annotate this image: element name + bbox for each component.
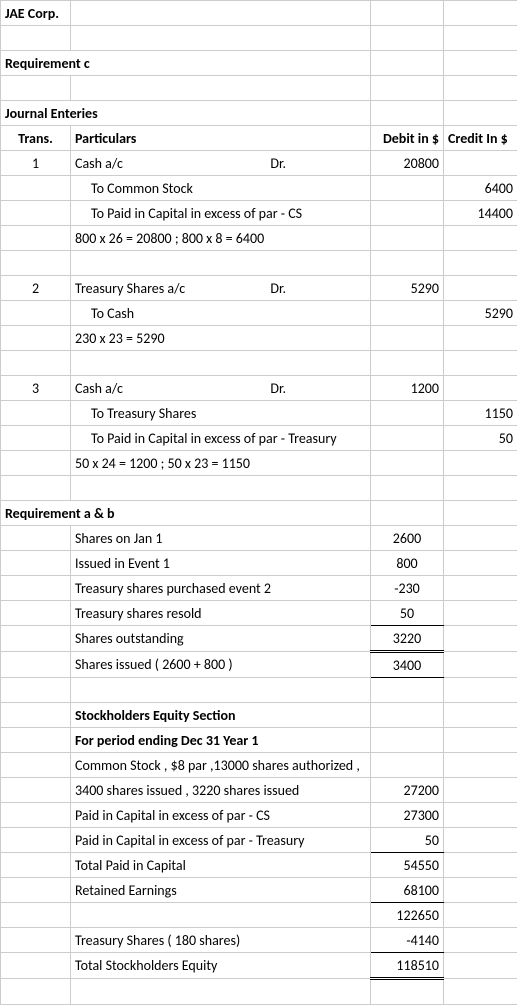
- line-label: Common Stock , $8 par ,13000 shares auth…: [71, 753, 371, 778]
- entry-calc: 50 x 24 = 1200 ; 50 x 23 = 1150: [71, 451, 371, 476]
- equity-header: Stockholders Equity Section: [71, 703, 371, 728]
- entry-line: To Treasury Shares: [71, 401, 371, 426]
- entry-line: Cash a/cDr.: [71, 376, 371, 401]
- line-label: Total Stockholders Equity: [71, 953, 371, 979]
- line-value: 122650: [371, 903, 444, 928]
- col-debit: Debit in $: [371, 126, 444, 151]
- debit-val: 1200: [371, 376, 444, 401]
- line-value: 68100: [371, 878, 444, 903]
- entry-line: To Paid in Capital in excess of par - Tr…: [71, 426, 371, 451]
- line-label: Treasury shares resold: [71, 601, 371, 626]
- company-name: JAE Corp.: [1, 1, 71, 26]
- line-value: 3220: [371, 626, 444, 652]
- debit-val: 5290: [371, 276, 444, 301]
- entry-line: To Cash: [71, 301, 371, 326]
- line-label: 3400 shares issued , 3220 shares issued: [71, 778, 371, 803]
- trans-num: 1: [1, 151, 71, 176]
- line-label: Shares on Jan 1: [71, 526, 371, 551]
- entry-line: To Paid in Capital in excess of par - CS: [71, 201, 371, 226]
- line-value: 2600: [371, 526, 444, 551]
- line-label: Treasury Shares ( 180 shares): [71, 928, 371, 953]
- equity-subheader: For period ending Dec 31 Year 1: [71, 728, 371, 753]
- line-value: 54550: [371, 853, 444, 878]
- line-label: Paid in Capital in excess of par - Treas…: [71, 828, 371, 853]
- line-label: Treasury shares purchased event 2: [71, 576, 371, 601]
- line-value: 800: [371, 551, 444, 576]
- trans-num: 2: [1, 276, 71, 301]
- line-value: 27300: [371, 803, 444, 828]
- credit-val: 1150: [444, 401, 517, 426]
- line-label: Paid in Capital in excess of par - CS: [71, 803, 371, 828]
- line-value: 27200: [371, 778, 444, 803]
- line-value: 3400: [371, 652, 444, 678]
- entry-line: Treasury Shares a/cDr.: [71, 276, 371, 301]
- entry-calc: 800 x 26 = 20800 ; 800 x 8 = 6400: [71, 226, 371, 251]
- col-credit: Credit In $: [444, 126, 517, 151]
- spreadsheet-table: JAE Corp. Requirement c Journal Enteries…: [0, 0, 517, 1005]
- debit-val: 20800: [371, 151, 444, 176]
- line-value: 50: [371, 601, 444, 626]
- col-particulars: Particulars: [71, 126, 371, 151]
- requirement-c-header: Requirement c: [1, 51, 371, 76]
- credit-val: 6400: [444, 176, 517, 201]
- entry-calc: 230 x 23 = 5290: [71, 326, 371, 351]
- trans-num: 3: [1, 376, 71, 401]
- line-value: -4140: [371, 928, 444, 953]
- line-label: Issued in Event 1: [71, 551, 371, 576]
- journal-header: Journal Enteries: [1, 101, 371, 126]
- col-trans: Trans.: [1, 126, 71, 151]
- credit-val: 14400: [444, 201, 517, 226]
- entry-line: Cash a/cDr.: [71, 151, 371, 176]
- credit-val: 5290: [444, 301, 517, 326]
- line-value: -230: [371, 576, 444, 601]
- credit-val: 50: [444, 426, 517, 451]
- line-value: 50: [371, 828, 444, 853]
- line-label: Retained Earnings: [71, 878, 371, 903]
- line-label: Shares issued ( 2600 + 800 ): [71, 652, 371, 678]
- requirement-ab-header: Requirement a & b: [1, 501, 371, 526]
- line-label: Shares outstanding: [71, 626, 371, 652]
- line-label: Total Paid in Capital: [71, 853, 371, 878]
- line-value: 118510: [371, 953, 444, 979]
- entry-line: To Common Stock: [71, 176, 371, 201]
